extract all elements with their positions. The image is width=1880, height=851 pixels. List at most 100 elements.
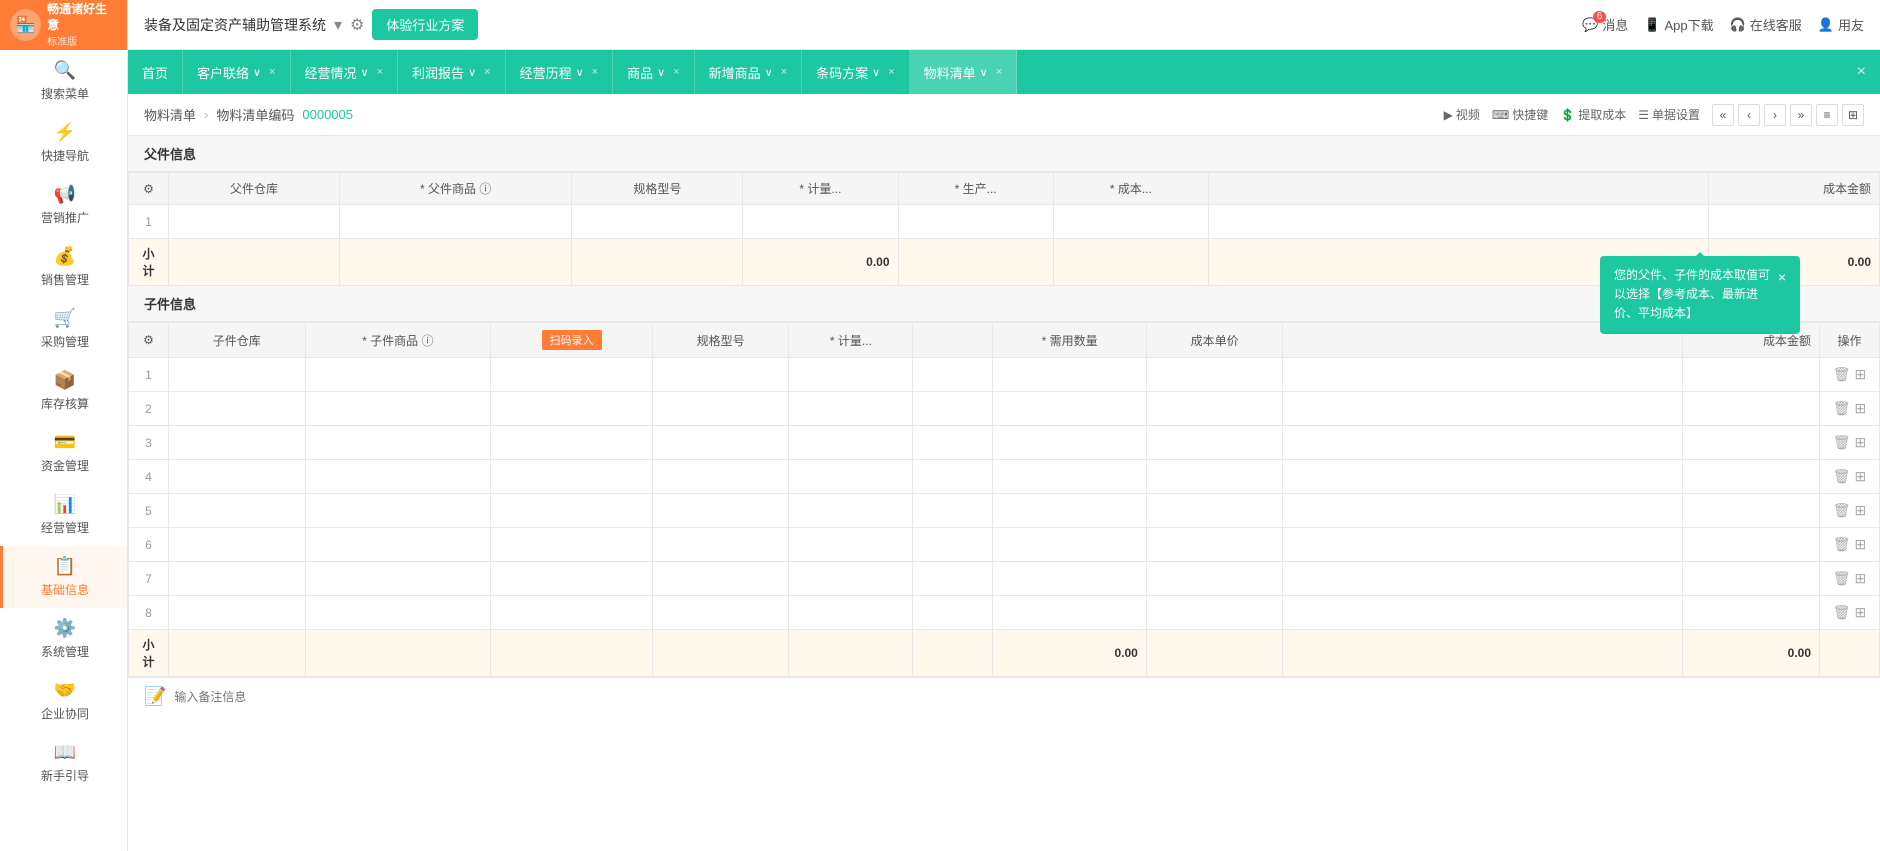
copy-icon[interactable]: ⊞ bbox=[1855, 502, 1867, 519]
tab-customer[interactable]: 客户联络 ∨ × bbox=[183, 50, 291, 94]
message-badge: 💬 6 bbox=[1582, 17, 1598, 33]
child-goods-1[interactable] bbox=[305, 358, 491, 392]
delete-icon[interactable]: 🗑 bbox=[1833, 400, 1851, 417]
table-row: 2 🗑⊞ bbox=[129, 392, 1880, 426]
user-item[interactable]: 👤 用友 bbox=[1818, 15, 1864, 34]
shortcut-icon: ⌨ bbox=[1492, 108, 1509, 122]
table-row: 4 🗑⊞ bbox=[129, 460, 1880, 494]
copy-icon[interactable]: ⊞ bbox=[1855, 434, 1867, 451]
pager-next-next[interactable]: » bbox=[1790, 104, 1812, 126]
action-doc-settings[interactable]: ☰ 单据设置 bbox=[1638, 106, 1700, 123]
parent-warehouse-cell[interactable] bbox=[169, 205, 340, 239]
tab-close-icon[interactable]: × bbox=[269, 66, 275, 78]
copy-icon[interactable]: ⊞ bbox=[1855, 366, 1867, 383]
mobile-icon: 📱 bbox=[1644, 17, 1660, 33]
child-ucost-1[interactable] bbox=[1146, 358, 1283, 392]
sidebar-item-marketing[interactable]: 📢 营销推广 bbox=[0, 174, 127, 236]
pager-list-view[interactable]: ≡ bbox=[1816, 104, 1838, 126]
tooltip-close-btn[interactable]: × bbox=[1778, 266, 1786, 288]
unit-cell[interactable] bbox=[743, 205, 898, 239]
cost-type-cell[interactable] bbox=[1053, 205, 1208, 239]
copy-icon[interactable]: ⊞ bbox=[1855, 468, 1867, 485]
tab-operation-history[interactable]: 经营历程 ∨ × bbox=[506, 50, 614, 94]
action-view[interactable]: ▶ 视频 bbox=[1444, 106, 1480, 123]
settings-icon[interactable]: ⚙ bbox=[350, 15, 364, 35]
message-item[interactable]: 💬 6 消息 bbox=[1582, 15, 1628, 34]
app-download-item[interactable]: 📱 App下载 bbox=[1644, 15, 1713, 34]
delete-icon[interactable]: 🗑 bbox=[1833, 604, 1851, 621]
parent-section-title: 父件信息 bbox=[128, 136, 1880, 172]
copy-icon[interactable]: ⊞ bbox=[1855, 400, 1867, 417]
sidebar-item-label: 采购管理 bbox=[41, 333, 89, 350]
tab-close-icon[interactable]: × bbox=[484, 66, 490, 78]
st-c4 bbox=[898, 239, 1053, 286]
breadcrumb-code: 0000005 bbox=[302, 107, 353, 122]
tab-arrow-icon: ∨ bbox=[253, 66, 261, 79]
tab-close-icon[interactable]: × bbox=[888, 66, 894, 78]
copy-icon[interactable]: ⊞ bbox=[1855, 570, 1867, 587]
tab-operation-status[interactable]: 经营情况 ∨ × bbox=[291, 50, 399, 94]
action-shortcut[interactable]: ⌨ 快捷键 bbox=[1492, 106, 1548, 123]
sidebar-item-operation[interactable]: 📊 经营管理 bbox=[0, 484, 127, 546]
th-cost-type: * 成本... bbox=[1053, 173, 1208, 205]
child-spec-1[interactable] bbox=[652, 358, 789, 392]
pager-controls: « ‹ › » ≡ ⊞ bbox=[1712, 104, 1864, 126]
trial-button[interactable]: 体验行业方案 bbox=[372, 9, 478, 40]
pager-grid-view[interactable]: ⊞ bbox=[1842, 104, 1864, 126]
action-cost[interactable]: 💲 提取成本 bbox=[1560, 106, 1626, 123]
tab-close-icon[interactable]: × bbox=[996, 66, 1002, 78]
delete-icon[interactable]: 🗑 bbox=[1833, 366, 1851, 383]
tab-goods[interactable]: 商品 ∨ × bbox=[613, 50, 695, 94]
note-input[interactable] bbox=[174, 690, 1864, 704]
action-cost-label: 提取成本 bbox=[1578, 106, 1626, 123]
tab-close-icon[interactable]: × bbox=[377, 66, 383, 78]
tab-close-icon[interactable]: × bbox=[781, 66, 787, 78]
tab-home[interactable]: 首页 bbox=[128, 50, 183, 94]
tab-close-icon[interactable]: × bbox=[592, 66, 598, 78]
dropdown-icon[interactable]: ▾ bbox=[334, 15, 342, 35]
delete-icon[interactable]: 🗑 bbox=[1833, 502, 1851, 519]
production-cell[interactable] bbox=[898, 205, 1053, 239]
pager-next[interactable]: › bbox=[1764, 104, 1786, 126]
delete-icon[interactable]: 🗑 bbox=[1833, 434, 1851, 451]
sidebar-item-sales[interactable]: 💰 销售管理 bbox=[0, 236, 127, 298]
copy-icon[interactable]: ⊞ bbox=[1855, 536, 1867, 553]
bottom-bar: 📝 bbox=[128, 677, 1880, 715]
pager-prev[interactable]: ‹ bbox=[1738, 104, 1760, 126]
online-service-item[interactable]: 🎧 在线客服 bbox=[1730, 15, 1802, 34]
spec-cell[interactable] bbox=[572, 205, 743, 239]
tab-new-goods[interactable]: 新增商品 ∨ × bbox=[695, 50, 803, 94]
nav-close-all[interactable]: × bbox=[1843, 63, 1880, 81]
sidebar-item-inventory[interactable]: 📦 库存核算 bbox=[0, 360, 127, 422]
tab-profit-report[interactable]: 利润报告 ∨ × bbox=[398, 50, 506, 94]
sidebar-item-cooperation[interactable]: 🤝 企业协同 bbox=[0, 670, 127, 732]
th-settings[interactable]: ⚙ bbox=[129, 173, 169, 205]
doc-settings-icon: ☰ bbox=[1638, 108, 1649, 122]
sidebar-item-quick-nav[interactable]: ⚡ 快捷导航 bbox=[0, 112, 127, 174]
tooltip-text: 您的父件、子件的成本取值可以选择【参考成本、最新进价、平均成本】 bbox=[1614, 268, 1770, 320]
parent-goods-cell[interactable] bbox=[339, 205, 571, 239]
child-unit-1[interactable] bbox=[789, 358, 913, 392]
tab-barcode[interactable]: 条码方案 ∨ × bbox=[802, 50, 910, 94]
child-wh-1[interactable] bbox=[169, 358, 306, 392]
th-child-settings[interactable]: ⚙ bbox=[129, 323, 169, 358]
sidebar-item-guide[interactable]: 📖 新手引导 bbox=[0, 732, 127, 794]
copy-icon[interactable]: ⊞ bbox=[1855, 604, 1867, 621]
tab-close-icon[interactable]: × bbox=[673, 66, 679, 78]
scan-button[interactable]: 扫码录入 bbox=[542, 330, 602, 350]
breadcrumb-sep: › bbox=[204, 107, 208, 122]
delete-icon[interactable]: 🗑 bbox=[1833, 570, 1851, 587]
sidebar-item-purchase[interactable]: 🛒 采购管理 bbox=[0, 298, 127, 360]
pager-prev-prev[interactable]: « bbox=[1712, 104, 1734, 126]
child-qty-1[interactable] bbox=[993, 358, 1146, 392]
sidebar-item-basic-info[interactable]: 📋 基础信息 bbox=[0, 546, 127, 608]
play-icon: ▶ bbox=[1444, 108, 1453, 122]
delete-icon[interactable]: 🗑 bbox=[1833, 468, 1851, 485]
sidebar-item-search[interactable]: 🔍 搜索菜单 bbox=[0, 50, 127, 112]
sidebar-item-system[interactable]: ⚙️ 系统管理 bbox=[0, 608, 127, 670]
app-logo: 🏪 畅通诸好生意 标准版 bbox=[0, 0, 127, 50]
delete-icon[interactable]: 🗑 bbox=[1833, 536, 1851, 553]
tab-bom[interactable]: 物料清单 ∨ × bbox=[910, 50, 1018, 94]
nav-tabs: 首页 客户联络 ∨ × 经营情况 ∨ × 利润报告 ∨ × 经营历程 ∨ × 商… bbox=[128, 50, 1880, 94]
sidebar-item-finance[interactable]: 💳 资金管理 bbox=[0, 422, 127, 484]
